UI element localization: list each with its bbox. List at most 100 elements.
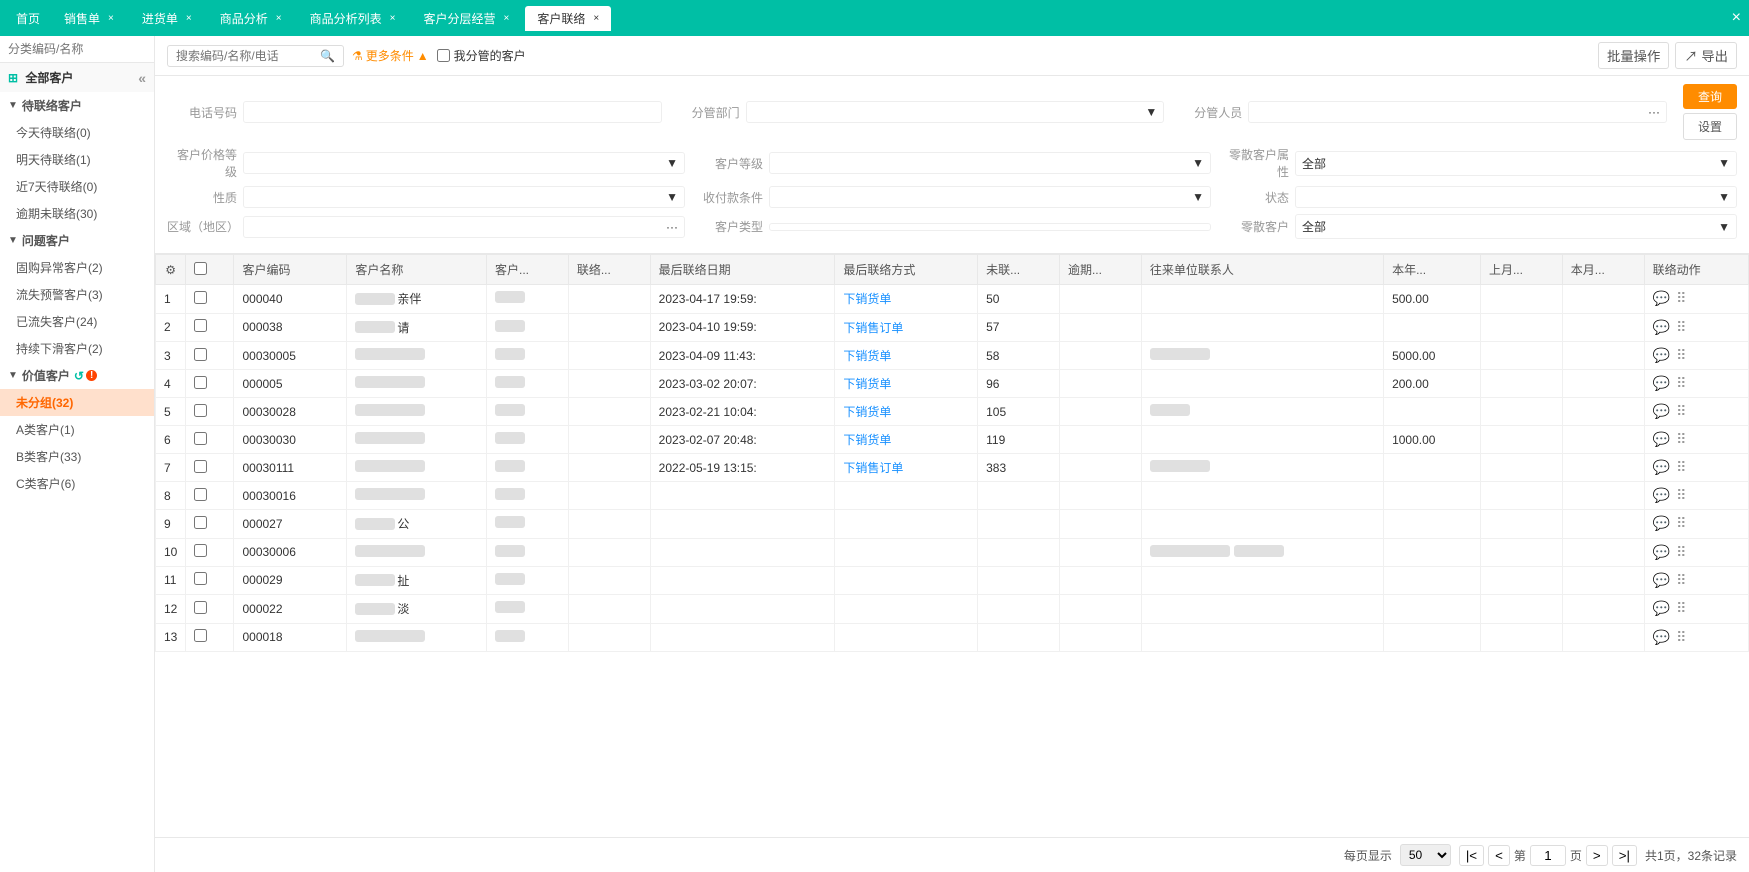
my-customers-checkbox[interactable] xyxy=(437,49,450,62)
contact-action-icon[interactable]: 💬 xyxy=(1653,629,1670,646)
contact-action-icon[interactable]: 💬 xyxy=(1653,319,1670,336)
nav-tab-purchase[interactable]: 进货单 × xyxy=(130,6,204,31)
query-button[interactable]: 查询 xyxy=(1683,84,1737,109)
page-number-input[interactable] xyxy=(1530,845,1566,866)
nav-home[interactable]: 首页 xyxy=(8,6,48,31)
contact-action-icon[interactable]: 💬 xyxy=(1653,431,1670,448)
last-method-link[interactable]: 下销货单 xyxy=(843,349,891,363)
sidebar-abnormal[interactable]: 固购异常客户(2) xyxy=(0,254,154,281)
phone-input[interactable] xyxy=(243,101,662,123)
contact-action-icon[interactable]: 💬 xyxy=(1653,515,1670,532)
close-purchase-tab-icon[interactable]: × xyxy=(186,13,192,24)
contact-action-icon[interactable]: 💬 xyxy=(1653,403,1670,420)
category-search-input[interactable] xyxy=(8,42,155,56)
nav-tab-sales[interactable]: 销售单 × xyxy=(52,6,126,31)
sidebar-today[interactable]: 今天待联络(0) xyxy=(0,119,154,146)
payment-select[interactable]: ▼ xyxy=(769,186,1211,208)
last-method-link[interactable]: 下销货单 xyxy=(843,405,891,419)
row-checkbox[interactable] xyxy=(194,516,207,529)
row-checkbox[interactable] xyxy=(194,432,207,445)
nav-tab-customer-segment[interactable]: 客户分层经营 × xyxy=(411,6,521,31)
page-size-select[interactable]: 50 20 100 xyxy=(1400,844,1451,866)
problem-customer-group[interactable]: ▼ 问题客户 xyxy=(0,227,154,254)
dept-select[interactable]: ▼ xyxy=(746,101,1165,123)
last-page-button[interactable]: >| xyxy=(1612,845,1637,866)
contact-action-icon[interactable]: 💬 xyxy=(1653,544,1670,561)
row-checkbox[interactable] xyxy=(194,376,207,389)
last-method-link[interactable]: 下销售订单 xyxy=(843,461,903,475)
more-action-icon[interactable]: ⠿ xyxy=(1676,431,1686,448)
contact-action-icon[interactable]: 💬 xyxy=(1653,487,1670,504)
window-close-button[interactable]: × xyxy=(1732,9,1741,27)
select-all-checkbox[interactable] xyxy=(194,262,207,275)
row-checkbox[interactable] xyxy=(194,629,207,642)
search-icon[interactable]: 🔍 xyxy=(320,49,335,63)
row-checkbox[interactable] xyxy=(194,488,207,501)
row-checkbox[interactable] xyxy=(194,404,207,417)
contact-action-icon[interactable]: 💬 xyxy=(1653,375,1670,392)
last-method-link[interactable]: 下销货单 xyxy=(843,377,891,391)
more-action-icon[interactable]: ⠿ xyxy=(1676,403,1686,420)
last-method-link[interactable]: 下销售订单 xyxy=(843,321,903,335)
close-segment-tab-icon[interactable]: × xyxy=(503,13,509,24)
price-level-select[interactable]: ▼ xyxy=(243,152,685,174)
last-method-link[interactable]: 下销货单 xyxy=(843,292,891,306)
sidebar-tomorrow[interactable]: 明天待联络(1) xyxy=(0,146,154,173)
close-contact-tab-icon[interactable]: × xyxy=(593,13,599,24)
more-action-icon[interactable]: ⠿ xyxy=(1676,572,1686,589)
customer-level-select[interactable]: ▼ xyxy=(769,152,1211,174)
more-action-icon[interactable]: ⠿ xyxy=(1676,515,1686,532)
sidebar-lost[interactable]: 已流失客户(24) xyxy=(0,308,154,335)
row-checkbox[interactable] xyxy=(194,291,207,304)
close-analysis-list-tab-icon[interactable]: × xyxy=(390,13,396,24)
customer-type-select[interactable] xyxy=(769,223,1211,231)
retail-customer-select[interactable]: 全部 ▼ xyxy=(1295,214,1737,239)
next-page-button[interactable]: > xyxy=(1586,845,1608,866)
collapse-sidebar-icon[interactable]: « xyxy=(138,70,146,86)
search-input[interactable] xyxy=(176,49,316,63)
nav-tab-customer-contact[interactable]: 客户联络 × xyxy=(525,6,611,31)
settings-icon[interactable]: ⚙ xyxy=(165,263,176,277)
row-checkbox[interactable] xyxy=(194,319,207,332)
refresh-icon[interactable]: ↺ xyxy=(74,369,84,383)
nature-select[interactable]: ▼ xyxy=(243,186,685,208)
sidebar-near7days[interactable]: 近7天待联络(0) xyxy=(0,173,154,200)
status-select[interactable]: ▼ xyxy=(1295,186,1737,208)
export-button[interactable]: ↗ 导出 xyxy=(1675,42,1737,69)
contact-action-icon[interactable]: 💬 xyxy=(1653,459,1670,476)
sidebar-group-a[interactable]: A类客户(1) xyxy=(0,416,154,443)
more-action-icon[interactable]: ⠿ xyxy=(1676,544,1686,561)
row-checkbox[interactable] xyxy=(194,572,207,585)
sidebar-declining[interactable]: 持续下滑客户(2) xyxy=(0,335,154,362)
more-action-icon[interactable]: ⠿ xyxy=(1676,347,1686,364)
batch-ops-button[interactable]: 批量操作 xyxy=(1598,42,1669,69)
close-analysis-tab-icon[interactable]: × xyxy=(276,13,282,24)
first-page-button[interactable]: |< xyxy=(1459,845,1484,866)
row-checkbox[interactable] xyxy=(194,544,207,557)
more-action-icon[interactable]: ⠿ xyxy=(1676,487,1686,504)
sidebar-group-c[interactable]: C类客户(6) xyxy=(0,470,154,497)
row-checkbox[interactable] xyxy=(194,348,207,361)
nav-tab-analysis[interactable]: 商品分析 × xyxy=(208,6,294,31)
more-action-icon[interactable]: ⠿ xyxy=(1676,600,1686,617)
row-checkbox[interactable] xyxy=(194,601,207,614)
contact-action-icon[interactable]: 💬 xyxy=(1653,290,1670,307)
sidebar-unclassified[interactable]: 未分组(32) xyxy=(0,389,154,416)
more-action-icon[interactable]: ⠿ xyxy=(1676,459,1686,476)
reset-button[interactable]: 设置 xyxy=(1683,113,1737,140)
prev-page-button[interactable]: < xyxy=(1488,845,1510,866)
more-conditions-btn[interactable]: ⚗ 更多条件 ▲ xyxy=(352,47,429,64)
contact-action-icon[interactable]: 💬 xyxy=(1653,572,1670,589)
sidebar-drain[interactable]: 流失预警客户(3) xyxy=(0,281,154,308)
close-sales-tab-icon[interactable]: × xyxy=(108,13,114,24)
last-method-link[interactable]: 下销货单 xyxy=(843,433,891,447)
more-action-icon[interactable]: ⠿ xyxy=(1676,375,1686,392)
waiting-contact-group[interactable]: ▼ 待联络客户 xyxy=(0,92,154,119)
nav-tab-analysis-list[interactable]: 商品分析列表 × xyxy=(298,6,408,31)
contact-action-icon[interactable]: 💬 xyxy=(1653,347,1670,364)
value-customer-group[interactable]: ▼ 价值客户 ↺ ! xyxy=(0,362,154,389)
region-select[interactable]: ··· xyxy=(243,216,685,238)
more-action-icon[interactable]: ⠿ xyxy=(1676,290,1686,307)
sidebar-group-b[interactable]: B类客户(33) xyxy=(0,443,154,470)
row-checkbox[interactable] xyxy=(194,460,207,473)
